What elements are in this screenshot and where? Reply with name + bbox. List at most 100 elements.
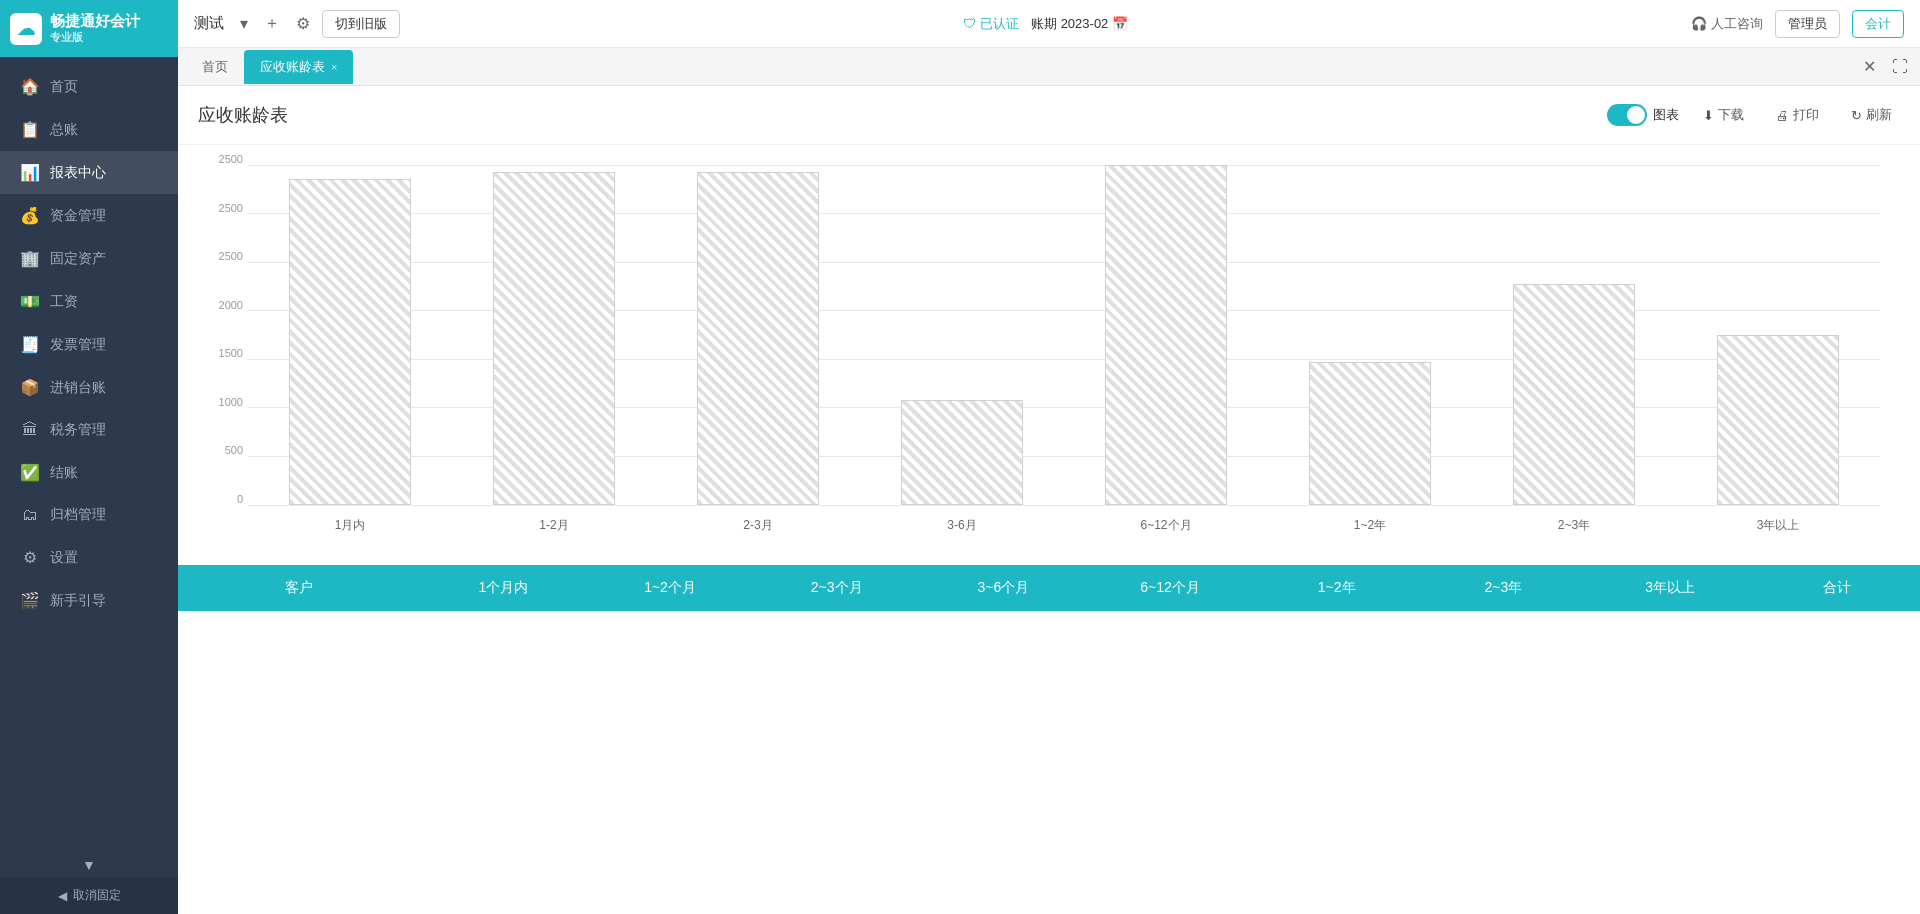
sidebar-item-payroll[interactable]: 💵 工资 (0, 280, 178, 323)
certified-badge: 🛡 已认证 (963, 15, 1019, 33)
grid-label: 1000 (198, 396, 243, 408)
chart-toggle[interactable] (1607, 104, 1647, 126)
close-window-button[interactable]: ✕ (1859, 53, 1880, 80)
sidebar-item-settings[interactable]: ⚙ 设置 (0, 536, 178, 579)
shield-icon: 🛡 (963, 16, 976, 31)
sidebar-logo: ☁ 畅捷通好会计 专业版 (0, 0, 178, 57)
bar-group-0 (248, 165, 452, 505)
bar-group-6 (1472, 165, 1676, 505)
bar-0 (289, 179, 411, 505)
sidebar-item-label: 设置 (50, 549, 78, 567)
sidebar-scroll-down[interactable]: ▼ (0, 853, 178, 877)
settings-button[interactable]: ⚙ (292, 10, 314, 37)
tab-close-icon[interactable]: × (331, 61, 337, 73)
sidebar-item-home[interactable]: 🏠 首页 (0, 65, 178, 108)
print-icon: 🖨 (1776, 108, 1789, 123)
sidebar-pin-button[interactable]: ◀ 取消固定 (0, 877, 178, 914)
sidebar-item-reports[interactable]: 📊 报表中心 (0, 151, 178, 194)
sidebar-item-label: 固定资产 (50, 250, 106, 268)
invoices-icon: 🧾 (20, 335, 40, 354)
sidebar-item-closing[interactable]: ✅ 结账 (0, 451, 178, 494)
project-title: 测试 (194, 14, 224, 33)
maximize-button[interactable]: ⛶ (1888, 54, 1912, 80)
grid-label: 2500 (198, 202, 243, 214)
sidebar-item-guide[interactable]: 🎬 新手引导 (0, 579, 178, 622)
table-header-5: 6~12个月 (1087, 565, 1254, 611)
table-header-7: 2~3年 (1420, 565, 1587, 611)
bar-1 (493, 172, 615, 505)
tab-aging-report[interactable]: 应收账龄表 × (244, 50, 353, 84)
page-header: 应收账龄表 图表 ⬇ 下载 🖨 打印 ↻ (178, 86, 1920, 145)
page-area: 应收账龄表 图表 ⬇ 下载 🖨 打印 ↻ (178, 86, 1920, 914)
table-header-8: 3年以上 (1587, 565, 1754, 611)
app-logo-icon: ☁ (10, 13, 42, 45)
refresh-button[interactable]: ↻ 刷新 (1843, 102, 1900, 128)
bar-group-7 (1676, 165, 1880, 505)
x-label-5: 1~2年 (1268, 505, 1472, 545)
archive-icon: 🗂 (20, 506, 40, 524)
table-header-4: 3~6个月 (920, 565, 1087, 611)
sidebar-item-archive[interactable]: 🗂 归档管理 (0, 494, 178, 536)
sidebar-item-trade[interactable]: 📦 进销台账 (0, 366, 178, 409)
sidebar-item-label: 税务管理 (50, 421, 106, 439)
table-header-row: 客户1个月内1~2个月2~3个月3~6个月6~12个月1~2年2~3年3年以上合… (178, 565, 1920, 611)
bar-group-2 (656, 165, 860, 505)
closing-icon: ✅ (20, 463, 40, 482)
bar-group-1 (452, 165, 656, 505)
grid-label: 500 (198, 444, 243, 456)
tax-icon: 🏛 (20, 421, 40, 439)
assets-icon: 🏢 (20, 249, 40, 268)
add-button[interactable]: ＋ (260, 9, 284, 38)
x-label-3: 3-6月 (860, 505, 1064, 545)
grid-label: 1500 (198, 347, 243, 359)
sidebar-item-label: 报表中心 (50, 164, 106, 182)
sidebar-item-label: 工资 (50, 293, 78, 311)
bar-5 (1309, 362, 1431, 505)
page-header-actions: 图表 ⬇ 下载 🖨 打印 ↻ 刷新 (1607, 102, 1900, 128)
settings-icon: ⚙ (20, 548, 40, 567)
download-button[interactable]: ⬇ 下载 (1695, 102, 1752, 128)
accountant-button[interactable]: 会计 (1852, 10, 1904, 38)
topbar-right: 🎧 人工咨询 管理员 会计 (1691, 10, 1904, 38)
print-button[interactable]: 🖨 打印 (1768, 102, 1827, 128)
page-inner: 应收账龄表 图表 ⬇ 下载 🖨 打印 ↻ (178, 86, 1920, 914)
calendar-icon[interactable]: 📅 (1112, 16, 1128, 31)
sidebar-item-label: 总账 (50, 121, 78, 139)
bar-2 (697, 172, 819, 505)
sidebar-item-assets[interactable]: 🏢 固定资产 (0, 237, 178, 280)
tab-home[interactable]: 首页 (186, 50, 244, 84)
bar-group-4 (1064, 165, 1268, 505)
dropdown-toggle[interactable]: ▾ (236, 10, 252, 37)
sidebar-item-label: 发票管理 (50, 336, 106, 354)
chart-toggle-label: 图表 (1653, 106, 1679, 124)
refresh-icon: ↻ (1851, 108, 1862, 123)
grid-label: 2000 (198, 299, 243, 311)
sidebar-item-invoices[interactable]: 🧾 发票管理 (0, 323, 178, 366)
switch-version-button[interactable]: 切到旧版 (322, 10, 400, 38)
table-header-2: 1~2个月 (587, 565, 754, 611)
sidebar-nav: 🏠 首页 📋 总账 📊 报表中心 💰 资金管理 🏢 固定资产 💵 工资 🧾 发票… (0, 57, 178, 853)
table-header-0: 客户 (178, 565, 420, 611)
sidebar-item-label: 进销台账 (50, 379, 106, 397)
ledger-icon: 📋 (20, 120, 40, 139)
sidebar-item-ledger[interactable]: 📋 总账 (0, 108, 178, 151)
table-header-9: 合计 (1753, 565, 1920, 611)
sidebar-item-funds[interactable]: 💰 资金管理 (0, 194, 178, 237)
page-title: 应收账龄表 (198, 103, 288, 127)
chart-x-labels: 1月内1-2月2-3月3-6月6~12个月1~2年2~3年3年以上 (248, 505, 1880, 545)
download-icon: ⬇ (1703, 108, 1714, 123)
tabs-bar: 首页 应收账龄表 × ✕ ⛶ (178, 48, 1920, 86)
sidebar-item-tax[interactable]: 🏛 税务管理 (0, 409, 178, 451)
chart-bars (248, 165, 1880, 505)
tabs-right: ✕ ⛶ (1859, 53, 1912, 80)
app-name: 畅捷通好会计 (50, 12, 140, 30)
service-button[interactable]: 🎧 人工咨询 (1691, 15, 1763, 33)
x-label-7: 3年以上 (1676, 505, 1880, 545)
admin-button[interactable]: 管理员 (1775, 10, 1840, 38)
home-icon: 🏠 (20, 77, 40, 96)
sidebar-item-label: 归档管理 (50, 506, 106, 524)
table-header-6: 1~2年 (1253, 565, 1420, 611)
bar-group-5 (1268, 165, 1472, 505)
trade-icon: 📦 (20, 378, 40, 397)
x-label-6: 2~3年 (1472, 505, 1676, 545)
